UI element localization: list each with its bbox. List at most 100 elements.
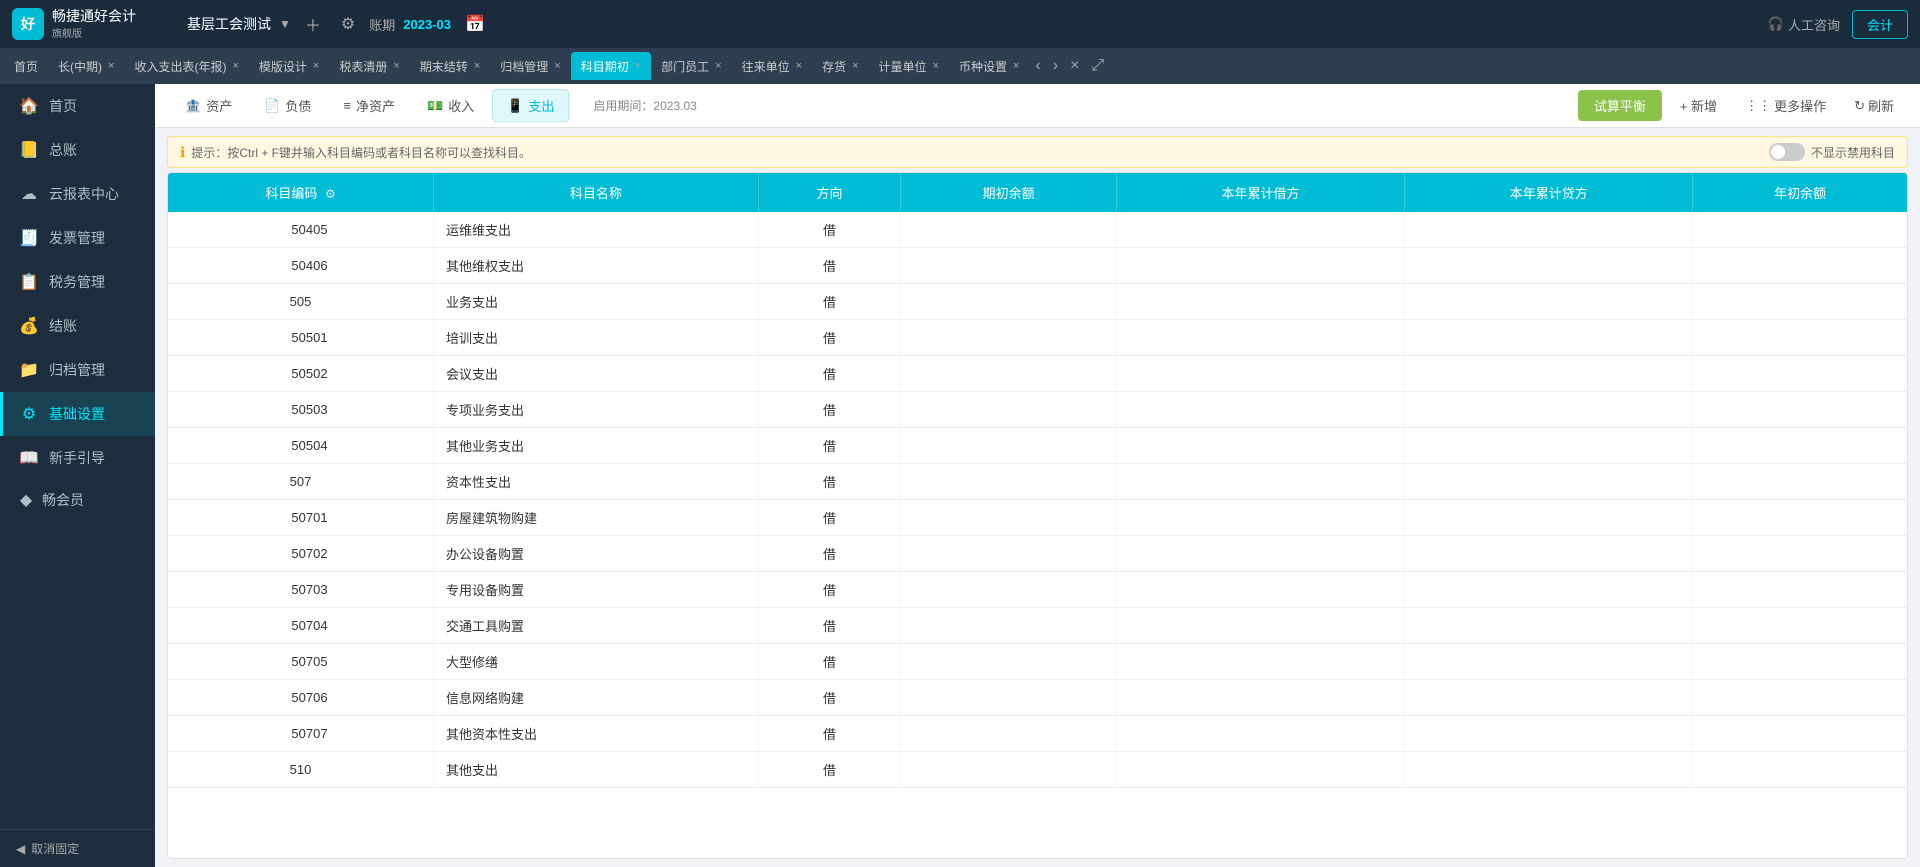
tab-close-period[interactable]: × (108, 60, 114, 72)
settings-icon[interactable]: ⚙ (335, 10, 361, 38)
tab-close-currency[interactable]: × (1013, 60, 1019, 72)
table-row[interactable]: 50707其他资本性支出借 (168, 716, 1907, 752)
tab-currency[interactable]: 币种设置 × (949, 52, 1029, 80)
table-row[interactable]: 505业务支出借 (168, 284, 1907, 320)
tab-close-customers[interactable]: × (796, 60, 802, 72)
cell-code: 50504 (168, 428, 434, 464)
table-row[interactable]: 507资本性支出借 (168, 464, 1907, 500)
sidebar-item-archive[interactable]: 📁 归档管理 (0, 348, 155, 392)
table-row[interactable]: 50405运维维支出借 (168, 212, 1907, 248)
tab-subject-initial[interactable]: 科目期初 × (571, 52, 651, 80)
sub-tab-expense[interactable]: 📱 支出 (492, 89, 569, 122)
table-row[interactable]: 50406其他维权支出借 (168, 248, 1907, 284)
sub-tab-income[interactable]: 💵 收入 (413, 90, 488, 121)
table-row[interactable]: 50701房屋建筑物购建借 (168, 500, 1907, 536)
add-button[interactable]: + 新增 (1670, 90, 1727, 121)
toggle-disable-switch[interactable] (1769, 143, 1805, 161)
cell-year-initial (1693, 644, 1907, 680)
tab-period[interactable]: 长(中期) × (48, 52, 124, 80)
expense-icon: 📱 (507, 98, 523, 114)
sidebar-label-invoice: 发票管理 (49, 228, 105, 248)
tab-home[interactable]: 首页 (4, 52, 48, 80)
table-row[interactable]: 50503专项业务支出借 (168, 392, 1907, 428)
tab-prev-button[interactable]: ‹ (1029, 57, 1046, 75)
tab-period-close[interactable]: 期末结转 × (410, 52, 490, 80)
toggle-label: 不显示禁用科目 (1811, 144, 1895, 161)
tab-unit[interactable]: 计量单位 × (869, 52, 949, 80)
sidebar-item-invoice[interactable]: 🧾 发票管理 (0, 216, 155, 260)
sidebar-item-settle[interactable]: 💰 结账 (0, 304, 155, 348)
table-row[interactable]: 510其他支出借 (168, 752, 1907, 788)
sidebar-item-ledger[interactable]: 📒 总账 (0, 128, 155, 172)
tab-next-button[interactable]: › (1047, 57, 1064, 75)
table-body: 50405运维维支出借50406其他维权支出借505业务支出借50501培训支出… (168, 212, 1907, 788)
tab-expand-button[interactable]: ⤢ (1085, 57, 1110, 75)
cell-ytd-credit (1405, 212, 1693, 248)
vip-icon: ◆ (16, 490, 36, 510)
sidebar-item-settings[interactable]: ⚙ 基础设置 (0, 392, 155, 436)
sidebar-footer-pin[interactable]: ◀ 取消固定 (0, 829, 155, 867)
tab-close-period-close[interactable]: × (474, 60, 480, 72)
sub-tab-assets[interactable]: 🏦 资产 (171, 90, 246, 121)
tab-customers[interactable]: 往来单位 × (732, 52, 812, 80)
cell-direction: 借 (758, 248, 901, 284)
tab-close-dept[interactable]: × (715, 60, 721, 72)
cell-name: 房屋建筑物购建 (434, 500, 759, 536)
table-row[interactable]: 50501培训支出借 (168, 320, 1907, 356)
cell-initial-balance (901, 464, 1117, 500)
table-row[interactable]: 50502会议支出借 (168, 356, 1907, 392)
sidebar-item-cloud-report[interactable]: ☁ 云报表中心 (0, 172, 155, 216)
more-button[interactable]: ⋮⋮ 更多操作 (1735, 90, 1836, 121)
sidebar-label-tax: 税务管理 (49, 272, 105, 292)
sub-tab-liabilities[interactable]: 📄 负债 (250, 90, 325, 121)
cell-direction: 借 (758, 644, 901, 680)
table-row[interactable]: 50704交通工具购置借 (168, 608, 1907, 644)
tab-close-annual[interactable]: × (232, 60, 238, 72)
tab-tax-table[interactable]: 税表清册 × (329, 52, 409, 80)
tab-close-template[interactable]: × (313, 60, 319, 72)
sidebar-item-guide[interactable]: 📖 新手引导 (0, 436, 155, 480)
tab-close-all-button[interactable]: × (1064, 57, 1085, 75)
sidebar-item-home[interactable]: 🏠 首页 (0, 84, 155, 128)
tab-close-subject[interactable]: × (635, 60, 641, 72)
refresh-button[interactable]: ↻ 刷新 (1844, 90, 1904, 121)
table-row[interactable]: 50706信息网络购建借 (168, 680, 1907, 716)
cell-code: 507 (168, 464, 434, 500)
tab-close-tax[interactable]: × (393, 60, 399, 72)
table-row[interactable]: 50703专用设备购置借 (168, 572, 1907, 608)
company-dropdown-icon[interactable]: ▼ (279, 17, 291, 31)
tab-dept-staff[interactable]: 部门员工 × (651, 52, 731, 80)
table-row[interactable]: 50705大型修缮借 (168, 644, 1907, 680)
tab-close-archive[interactable]: × (554, 60, 560, 72)
column-settings-icon[interactable]: ⚙ (325, 187, 336, 201)
account-button[interactable]: 会计 (1852, 10, 1908, 39)
tab-close-inventory[interactable]: × (852, 60, 858, 72)
support-label: 人工咨询 (1788, 15, 1840, 34)
table-row[interactable]: 50504其他业务支出借 (168, 428, 1907, 464)
sidebar-item-vip[interactable]: ◆ 畅会员 (0, 480, 155, 520)
sidebar-item-tax[interactable]: 📋 税务管理 (0, 260, 155, 304)
cell-direction: 借 (758, 680, 901, 716)
calendar-icon[interactable]: 📅 (459, 10, 491, 38)
cell-ytd-credit (1405, 428, 1693, 464)
tab-archive[interactable]: 归档管理 × (490, 52, 570, 80)
cell-year-initial (1693, 536, 1907, 572)
table-row[interactable]: 50702办公设备购置借 (168, 536, 1907, 572)
toolbar-right: 试算平衡 + 新增 ⋮⋮ 更多操作 ↻ 刷新 (1578, 90, 1904, 121)
sub-tab-net-assets[interactable]: ≡ 净资产 (329, 90, 409, 121)
cell-code: 50704 (168, 608, 434, 644)
sub-tab-net-assets-label: 净资产 (356, 96, 395, 115)
header-ytd-credit: 本年累计贷方 (1405, 173, 1693, 212)
header-code: 科目编码 ⚙ (168, 173, 434, 212)
cell-year-initial (1693, 356, 1907, 392)
support-button[interactable]: 🎧 人工咨询 (1768, 15, 1840, 34)
tab-template[interactable]: 模版设计 × (249, 52, 329, 80)
sidebar: 🏠 首页 📒 总账 ☁ 云报表中心 🧾 发票管理 📋 税务管理 💰 结账 📁 归… (0, 84, 155, 867)
tab-annual-report[interactable]: 收入支出表(年报) × (124, 52, 248, 80)
tab-close-unit[interactable]: × (933, 60, 939, 72)
balance-button[interactable]: 试算平衡 (1578, 90, 1662, 121)
add-label: + 新增 (1680, 96, 1717, 115)
add-tab-button[interactable]: ＋ (299, 8, 327, 40)
tab-inventory[interactable]: 存货 × (812, 52, 868, 80)
cell-initial-balance (901, 320, 1117, 356)
